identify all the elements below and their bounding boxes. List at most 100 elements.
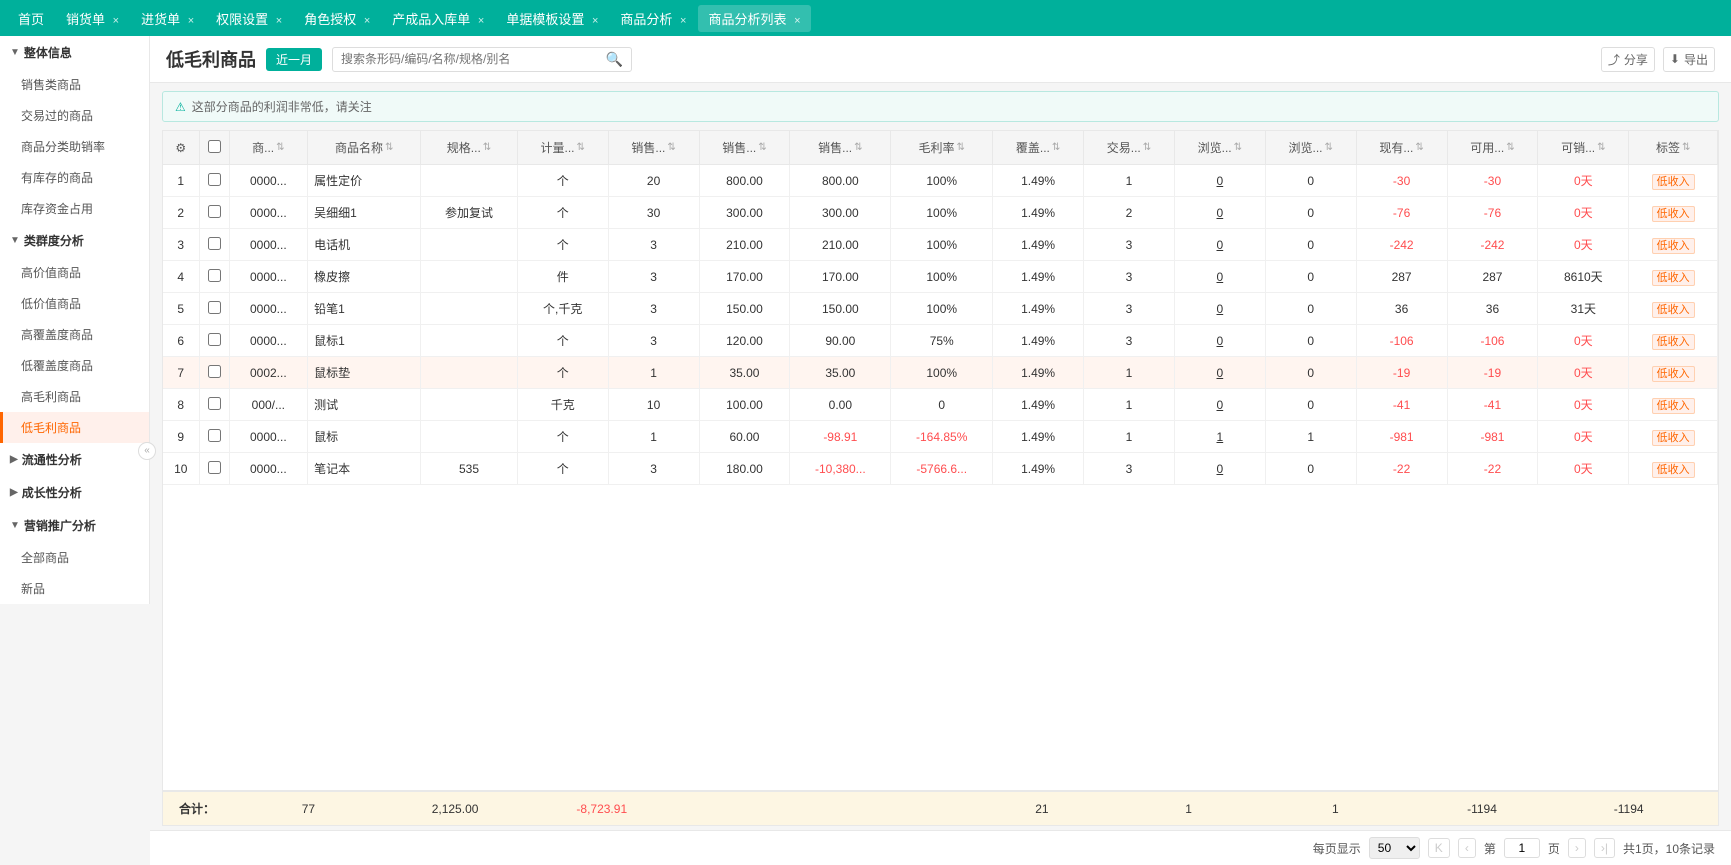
browse1-link[interactable]: 0 [1217, 366, 1224, 380]
cell-browse1[interactable]: 0 [1174, 293, 1265, 325]
cell-checkbox[interactable] [199, 293, 229, 325]
sidebar-item-inventory-goods[interactable]: 有库存的商品 [0, 162, 149, 193]
cell-name[interactable]: 测试 [308, 389, 421, 421]
share-button[interactable]: ⤴ 分享 [1601, 47, 1655, 72]
search-input[interactable] [341, 52, 606, 66]
browse1-link[interactable]: 0 [1217, 398, 1224, 412]
sidebar-group-circulation[interactable]: ▶ 流通性分析 [0, 443, 149, 476]
sidebar-item-all-goods[interactable]: 全部商品 [0, 542, 149, 573]
nav-close-template-setting[interactable]: × [592, 15, 598, 27]
browse1-link[interactable]: 0 [1217, 238, 1224, 252]
cell-checkbox[interactable] [199, 229, 229, 261]
sidebar-item-new-goods[interactable]: 新品 [0, 573, 149, 604]
sidebar-group-marketing[interactable]: ▼ 营销推广分析 [0, 509, 149, 542]
nav-close-sales-order[interactable]: × [113, 15, 119, 27]
sidebar-item-high-value[interactable]: 高价值商品 [0, 257, 149, 288]
sidebar-item-low-coverage[interactable]: 低覆盖度商品 [0, 350, 149, 381]
nav-close-role-auth[interactable]: × [364, 15, 370, 27]
browse1-link[interactable]: 0 [1217, 206, 1224, 220]
nav-close-goods-analysis-list[interactable]: × [794, 15, 800, 27]
col-name[interactable]: 商品名称 ⇅ [308, 131, 421, 165]
row-checkbox[interactable] [208, 461, 221, 474]
cell-name[interactable]: 属性定价 [308, 165, 421, 197]
col-code[interactable]: 商... ⇅ [229, 131, 308, 165]
row-checkbox[interactable] [208, 205, 221, 218]
cell-checkbox[interactable] [199, 421, 229, 453]
col-transaction[interactable]: 交易... ⇅ [1084, 131, 1175, 165]
cell-browse1[interactable]: 0 [1174, 165, 1265, 197]
sidebar-item-low-margin[interactable]: 低毛利商品 [0, 412, 149, 443]
page-size-select[interactable]: 20 50 100 [1369, 837, 1420, 859]
col-current-stock[interactable]: 现有... ⇅ [1356, 131, 1447, 165]
sidebar-collapse-btn[interactable]: « [138, 442, 156, 460]
row-checkbox[interactable] [208, 365, 221, 378]
col-spec[interactable]: 规格... ⇅ [421, 131, 518, 165]
browse1-link[interactable]: 1 [1217, 430, 1224, 444]
col-available[interactable]: 可用... ⇅ [1447, 131, 1538, 165]
prev-page-btn[interactable]: ‹ [1458, 838, 1476, 858]
col-coverage[interactable]: 覆盖... ⇅ [993, 131, 1084, 165]
sidebar-group-cluster[interactable]: ▼ 类群度分析 [0, 224, 149, 257]
col-settings[interactable]: ⚙ [163, 131, 199, 165]
col-unit[interactable]: 计量... ⇅ [517, 131, 608, 165]
select-all-checkbox[interactable] [208, 140, 221, 153]
row-checkbox[interactable] [208, 173, 221, 186]
browse1-link[interactable]: 0 [1217, 302, 1224, 316]
sidebar-item-sales-goods[interactable]: 销售类商品 [0, 69, 149, 100]
nav-close-product-entry[interactable]: × [478, 15, 484, 27]
sidebar-item-traded-goods[interactable]: 交易过的商品 [0, 100, 149, 131]
cell-name[interactable]: 吴细细1 [308, 197, 421, 229]
next-page-btn[interactable]: › [1568, 838, 1586, 858]
row-checkbox[interactable] [208, 333, 221, 346]
col-gross-margin[interactable]: 毛利率 ⇅ [891, 131, 993, 165]
sidebar-group-overall[interactable]: ▼ 整体信息 [0, 36, 149, 69]
cell-name[interactable]: 鼠标 [308, 421, 421, 453]
sidebar-group-growth[interactable]: ▶ 成长性分析 [0, 476, 149, 509]
row-checkbox[interactable] [208, 301, 221, 314]
cell-checkbox[interactable] [199, 357, 229, 389]
nav-permission[interactable]: 权限设置 × [206, 5, 292, 32]
cell-checkbox[interactable] [199, 197, 229, 229]
cell-checkbox[interactable] [199, 165, 229, 197]
row-checkbox[interactable] [208, 397, 221, 410]
row-checkbox[interactable] [208, 269, 221, 282]
nav-role-auth[interactable]: 角色授权 × [294, 5, 380, 32]
cell-checkbox[interactable] [199, 261, 229, 293]
date-filter-button[interactable]: 近一月 [266, 48, 322, 71]
cell-name[interactable]: 鼠标垫 [308, 357, 421, 389]
cell-checkbox[interactable] [199, 325, 229, 357]
nav-goods-analysis[interactable]: 商品分析 × [610, 5, 696, 32]
browse1-link[interactable]: 0 [1217, 270, 1224, 284]
nav-purchase-order[interactable]: 进货单 × [131, 5, 204, 32]
col-sales-qty[interactable]: 销售... ⇅ [608, 131, 699, 165]
cell-browse1[interactable]: 0 [1174, 229, 1265, 261]
first-page-btn[interactable]: K [1428, 838, 1450, 858]
col-sales-amount[interactable]: 销售... ⇅ [699, 131, 790, 165]
sidebar-item-high-coverage[interactable]: 高覆盖度商品 [0, 319, 149, 350]
row-checkbox[interactable] [208, 237, 221, 250]
cell-name[interactable]: 橡皮擦 [308, 261, 421, 293]
nav-goods-analysis-list[interactable]: 商品分析列表 × [698, 5, 810, 32]
sidebar-item-low-value[interactable]: 低价值商品 [0, 288, 149, 319]
nav-close-purchase-order[interactable]: × [188, 15, 194, 27]
cell-checkbox[interactable] [199, 389, 229, 421]
nav-sales-order[interactable]: 销货单 × [56, 5, 129, 32]
col-sellable[interactable]: 可销... ⇅ [1538, 131, 1629, 165]
sidebar-item-high-margin[interactable]: 高毛利商品 [0, 381, 149, 412]
nav-product-entry[interactable]: 产成品入库单 × [382, 5, 494, 32]
col-checkbox[interactable] [199, 131, 229, 165]
cell-name[interactable]: 鼠标1 [308, 325, 421, 357]
col-tag[interactable]: 标签 ⇅ [1629, 131, 1718, 165]
cell-name[interactable]: 铅笔1 [308, 293, 421, 325]
nav-close-permission[interactable]: × [276, 15, 282, 27]
last-page-btn[interactable]: ›| [1594, 838, 1615, 858]
cell-browse1[interactable]: 0 [1174, 325, 1265, 357]
nav-template-setting[interactable]: 单据模板设置 × [496, 5, 608, 32]
nav-close-goods-analysis[interactable]: × [680, 15, 686, 27]
cell-browse1[interactable]: 0 [1174, 357, 1265, 389]
browse1-link[interactable]: 0 [1217, 334, 1224, 348]
browse1-link[interactable]: 0 [1217, 462, 1224, 476]
browse1-link[interactable]: 0 [1217, 174, 1224, 188]
sidebar-item-category-sales-rate[interactable]: 商品分类助销率 [0, 131, 149, 162]
cell-browse1[interactable]: 0 [1174, 389, 1265, 421]
